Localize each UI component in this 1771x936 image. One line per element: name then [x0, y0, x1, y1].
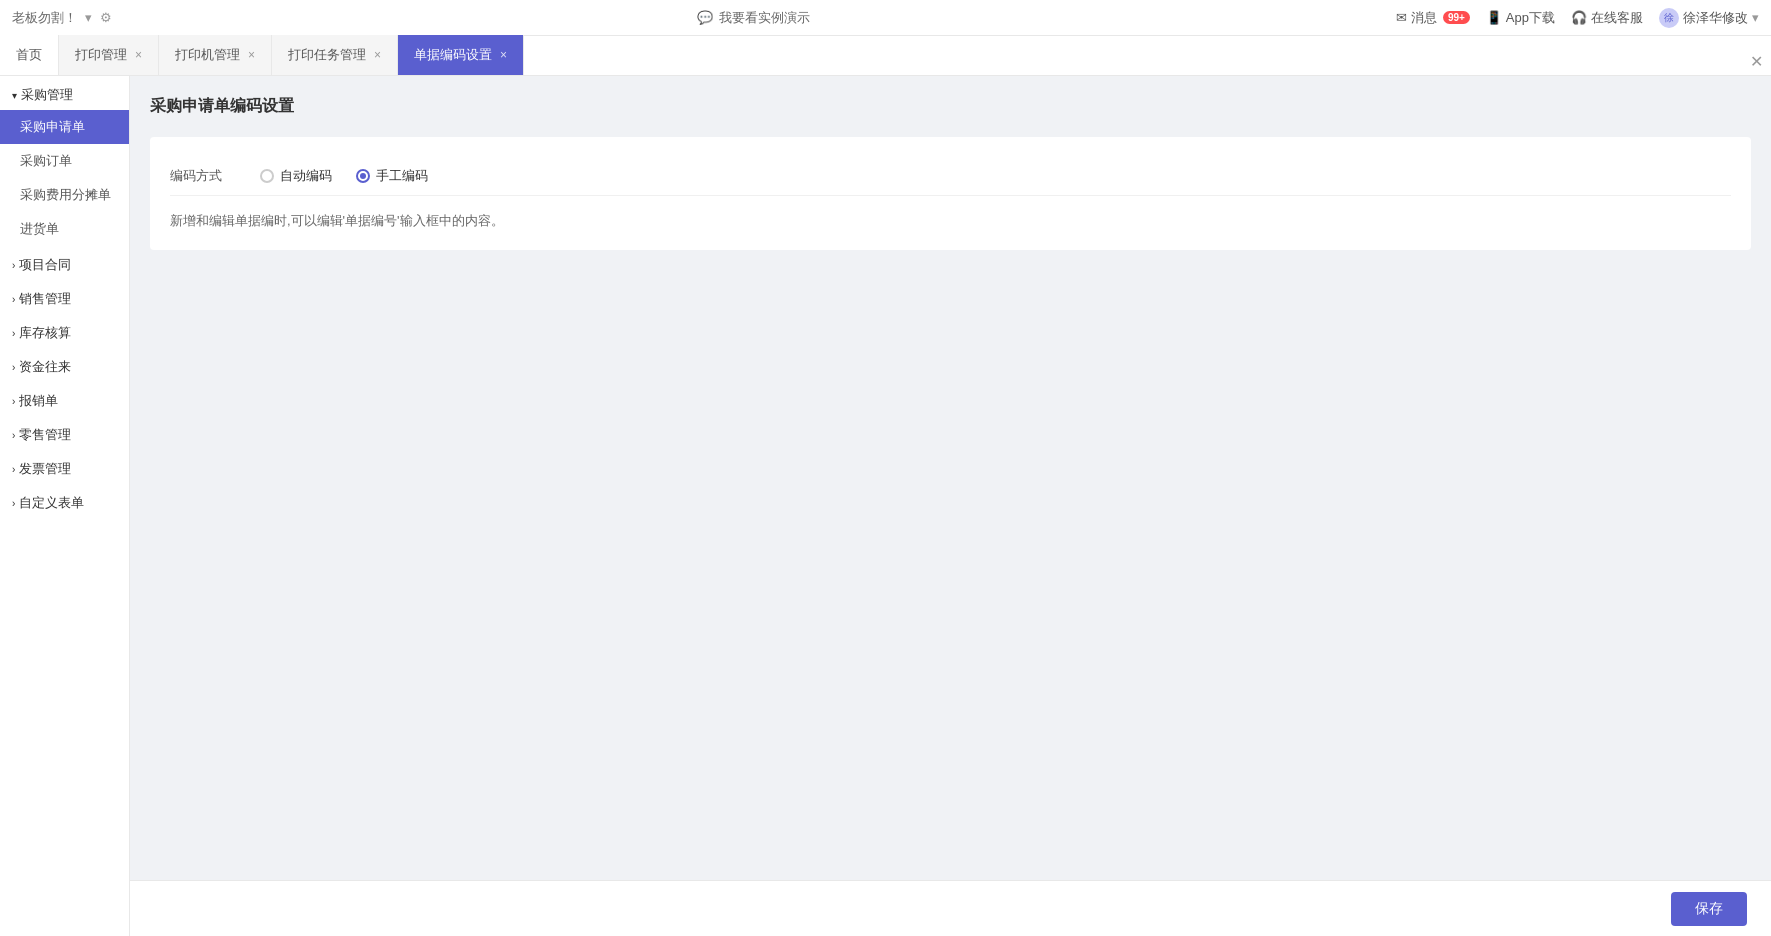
sidebar-group-returns[interactable]: › 报销单 [0, 382, 129, 416]
chevron-right-icon-invoice: › [12, 464, 15, 475]
app-download-label: App下载 [1506, 9, 1555, 27]
chevron-right-icon-inventory: › [12, 328, 15, 339]
sidebar-group-project-label: 项目合同 [19, 256, 71, 274]
demo-icon: 💬 [697, 10, 713, 25]
sidebar-group-custom-form[interactable]: › 自定义表单 [0, 484, 129, 518]
message-button[interactable]: ✉ 消息 99+ [1396, 9, 1470, 27]
radio-manual-dot [360, 173, 366, 179]
sidebar-item-purchase-request[interactable]: 采购申请单 [0, 110, 129, 144]
coding-method-label: 编码方式 [170, 167, 230, 185]
tab-home[interactable]: 首页 [0, 35, 59, 75]
tab-printer-mgmt-label: 打印机管理 [175, 46, 240, 64]
tab-print-task-close[interactable]: × [374, 48, 381, 62]
chevron-right-icon-retail: › [12, 430, 15, 441]
top-bar-left: 老板勿割！ ▾ ⚙ [12, 9, 112, 27]
page-title: 采购申请单编码设置 [150, 96, 1751, 117]
tab-voucher-code-close[interactable]: × [500, 48, 507, 62]
tab-print-mgmt-close[interactable]: × [135, 48, 142, 62]
sidebar-group-custom-form-label: 自定义表单 [19, 494, 84, 512]
page-close-button[interactable]: ✕ [1750, 52, 1763, 71]
sidebar-group-returns-label: 报销单 [19, 392, 58, 410]
radio-auto-label: 自动编码 [280, 167, 332, 185]
sidebar-group-purchase-label: 采购管理 [21, 86, 73, 104]
tab-voucher-code-label: 单据编码设置 [414, 46, 492, 64]
service-icon: 🎧 [1571, 10, 1587, 25]
user-avatar-icon: 徐 [1659, 8, 1679, 28]
radio-manual-label: 手工编码 [376, 167, 428, 185]
tab-print-mgmt-label: 打印管理 [75, 46, 127, 64]
online-service-label: 在线客服 [1591, 9, 1643, 27]
tab-voucher-code[interactable]: 单据编码设置 × [398, 35, 524, 75]
tab-print-task[interactable]: 打印任务管理 × [272, 35, 398, 75]
content-inner: 采购申请单编码设置 编码方式 自动编码 [130, 76, 1771, 880]
sidebar-item-purchase-request-label: 采购申请单 [20, 119, 85, 134]
sidebar-group-fund-label: 资金往来 [19, 358, 71, 376]
tab-printer-mgmt[interactable]: 打印机管理 × [159, 35, 272, 75]
chevron-right-icon-fund: › [12, 362, 15, 373]
sidebar-item-purchase-order-label: 采购订单 [20, 153, 72, 168]
save-button[interactable]: 保存 [1671, 892, 1747, 926]
chevron-right-icon-custom: › [12, 498, 15, 509]
user-name: 徐泽华修改 [1683, 9, 1748, 27]
radio-manual-circle [356, 169, 370, 183]
sidebar: ▾ 采购管理 采购申请单 采购订单 采购费用分摊单 进货单 › 项目合同 › 销… [0, 76, 130, 936]
sidebar-group-purchase[interactable]: ▾ 采购管理 [0, 76, 129, 110]
chevron-right-icon-sales: › [12, 294, 15, 305]
top-bar-center: 💬 我要看实例演示 [697, 9, 810, 27]
radio-auto-coding[interactable]: 自动编码 [260, 167, 332, 185]
top-bar-right: ✉ 消息 99+ 📱 App下载 🎧 在线客服 徐 徐泽华修改 ▾ [1396, 8, 1759, 28]
sidebar-group-inventory[interactable]: › 库存核算 [0, 314, 129, 348]
sidebar-group-invoice-label: 发票管理 [19, 460, 71, 478]
sidebar-group-invoice[interactable]: › 发票管理 [0, 450, 129, 484]
radio-manual-coding[interactable]: 手工编码 [356, 167, 428, 185]
sidebar-group-retail-label: 零售管理 [19, 426, 71, 444]
sidebar-group-fund[interactable]: › 资金往来 [0, 348, 129, 382]
message-label: 消息 [1411, 9, 1437, 27]
top-bar: 老板勿割！ ▾ ⚙ 💬 我要看实例演示 ✉ 消息 99+ 📱 App下载 🎧 在… [0, 0, 1771, 36]
tab-printer-mgmt-close[interactable]: × [248, 48, 255, 62]
demo-text[interactable]: 我要看实例演示 [719, 9, 810, 27]
app-download-button[interactable]: 📱 App下载 [1486, 9, 1555, 27]
coding-method-radio-group: 自动编码 手工编码 [260, 167, 428, 185]
settings-icon[interactable]: ⚙ [100, 10, 112, 25]
tab-home-label: 首页 [16, 46, 42, 64]
radio-auto-circle [260, 169, 274, 183]
coding-method-row: 编码方式 自动编码 手工编码 [170, 157, 1731, 196]
message-badge: 99+ [1443, 11, 1470, 24]
sidebar-group-retail[interactable]: › 零售管理 [0, 416, 129, 450]
sidebar-item-stock-in[interactable]: 进货单 [0, 212, 129, 246]
app-icon: 📱 [1486, 10, 1502, 25]
message-icon: ✉ [1396, 10, 1407, 25]
dropdown-arrow-icon[interactable]: ▾ [85, 10, 92, 25]
sidebar-group-project[interactable]: › 项目合同 [0, 246, 129, 280]
chevron-down-icon: ▾ [12, 90, 17, 101]
sidebar-item-stock-in-label: 进货单 [20, 221, 59, 236]
content-area: 采购申请单编码设置 编码方式 自动编码 [130, 76, 1771, 936]
tab-bar: 首页 打印管理 × 打印机管理 × 打印任务管理 × 单据编码设置 × [0, 36, 1771, 76]
hint-text: 新增和编辑单据编时,可以编辑'单据编号'输入框中的内容。 [170, 212, 1731, 230]
settings-card: 编码方式 自动编码 手工编码 [150, 137, 1751, 250]
content-footer: 保存 [130, 880, 1771, 936]
user-menu[interactable]: 徐 徐泽华修改 ▾ [1659, 8, 1759, 28]
tab-print-task-label: 打印任务管理 [288, 46, 366, 64]
main-layout: ▾ 采购管理 采购申请单 采购订单 采购费用分摊单 进货单 › 项目合同 › 销… [0, 76, 1771, 936]
sidebar-item-purchase-expense-label: 采购费用分摊单 [20, 187, 111, 202]
sidebar-group-sales-label: 销售管理 [19, 290, 71, 308]
online-service-button[interactable]: 🎧 在线客服 [1571, 9, 1643, 27]
chevron-right-icon-returns: › [12, 396, 15, 407]
sidebar-item-purchase-expense[interactable]: 采购费用分摊单 [0, 178, 129, 212]
chevron-right-icon: › [12, 260, 15, 271]
user-dropdown-icon: ▾ [1752, 10, 1759, 25]
tab-print-mgmt[interactable]: 打印管理 × [59, 35, 159, 75]
brand-text: 老板勿割！ [12, 9, 77, 27]
sidebar-group-inventory-label: 库存核算 [19, 324, 71, 342]
sidebar-item-purchase-order[interactable]: 采购订单 [0, 144, 129, 178]
sidebar-group-sales[interactable]: › 销售管理 [0, 280, 129, 314]
